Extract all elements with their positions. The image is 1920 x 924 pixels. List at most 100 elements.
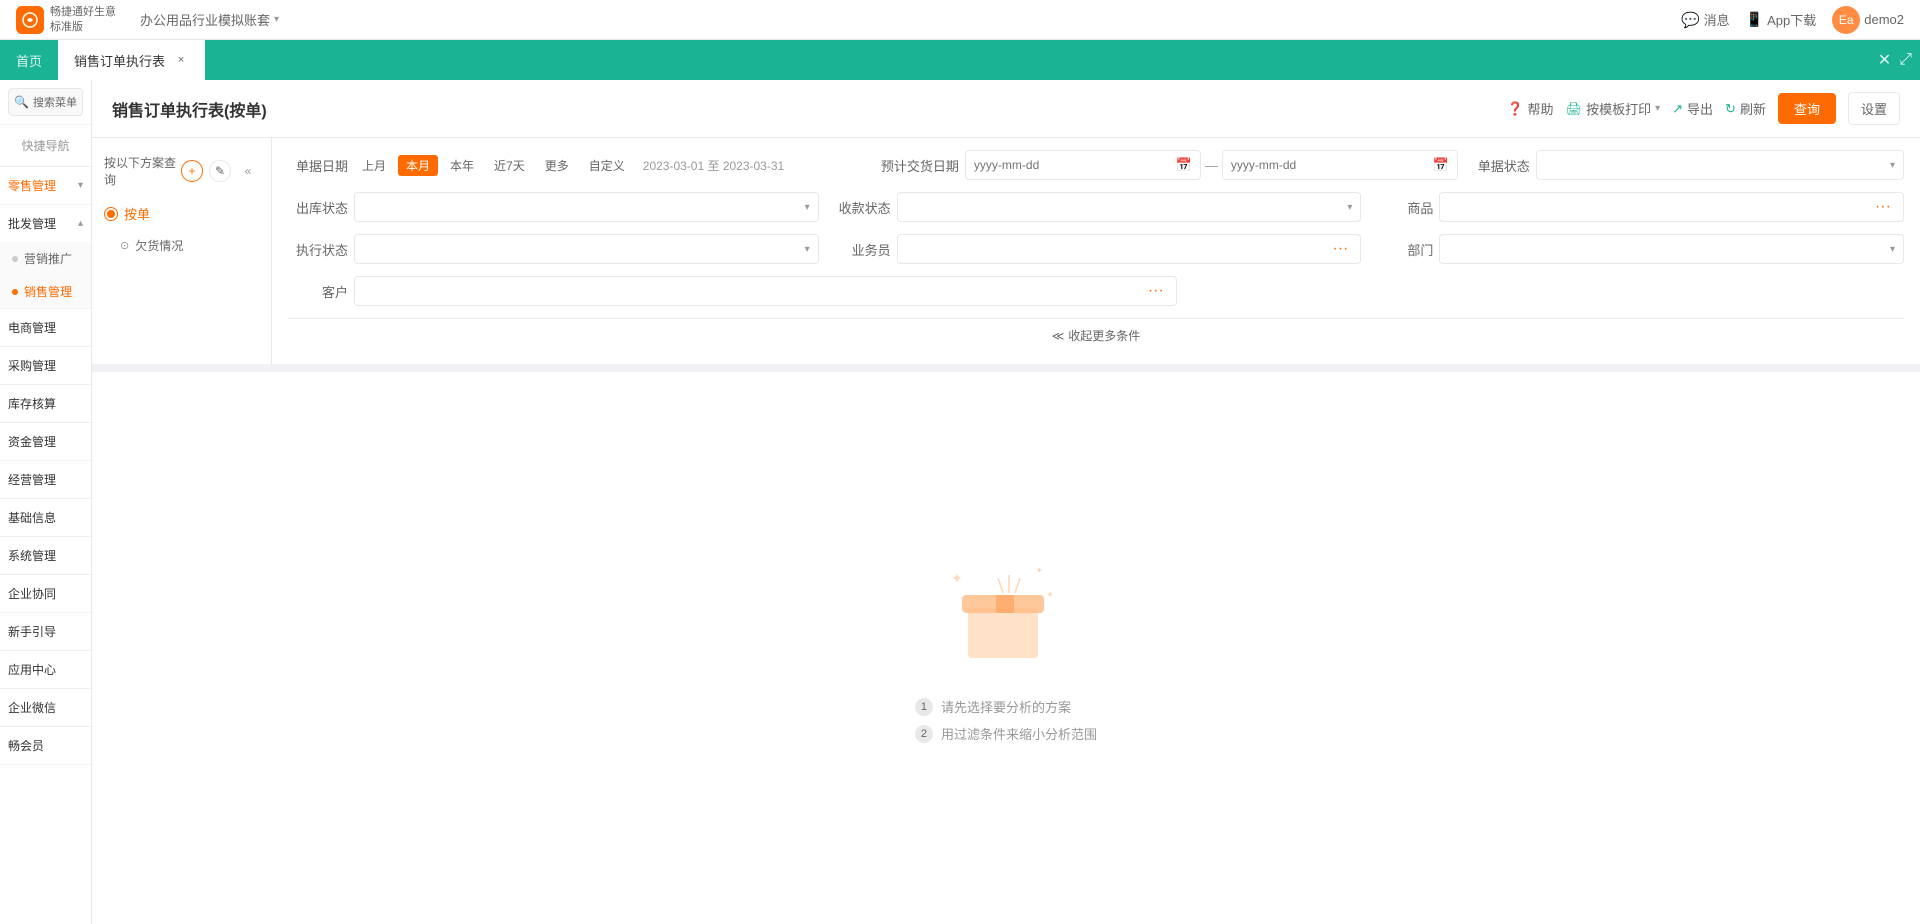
page-header: 销售订单执行表(按单) ❓ 帮助 🖨 按模板打印 ▾ ↗ 导出 ↻ 刷新 [92,80,1920,138]
expected-date-start-input[interactable] [974,158,1176,172]
refresh-button[interactable]: ↻ 刷新 [1725,99,1766,118]
exec-status-select[interactable]: ▾ [354,234,819,264]
svg-text:✦: ✦ [951,570,963,586]
page-title: 销售订单执行表(按单) [112,97,267,121]
tab-sales-order[interactable]: 销售订单执行表 × [58,40,205,80]
top-header: 畅捷通好生意 标准版 办公用品行业模拟账套 ▾ 💬 消息 📱 App下载 Ea … [0,0,1920,40]
sidebar: 🔍 搜索菜单 快捷导航 零售管理 ▾ 批发管理 ▴ 营销推广 [0,80,92,924]
edit-scheme-button[interactable]: ✎ [209,160,231,182]
goods-select[interactable]: ··· [1439,192,1904,222]
user-profile[interactable]: Ea demo2 [1832,6,1904,34]
tab-close-icon[interactable]: × [173,52,189,68]
sidebar-item-newbie[interactable]: 新手引导 [0,613,91,650]
dept-arrow-icon: ▾ [1890,244,1895,255]
sidebar-sub-item-sales[interactable]: 销售管理 [0,275,91,308]
sidebar-item-member[interactable]: 畅会员 [0,727,91,764]
filter-sidebar-actions: + ✎ « [181,160,259,182]
collapse-sidebar-button[interactable]: « [237,160,259,182]
sidebar-group-wholesale: 批发管理 ▴ 营销推广 销售管理 [0,205,91,309]
expand-window-icon[interactable]: ⤢ [1899,51,1912,69]
more-date-badge[interactable]: 更多 [537,155,577,176]
doc-status-select[interactable]: ▾ [1536,150,1904,180]
expected-date-end-input[interactable] [1231,158,1433,172]
collapse-icon: ≪ [1052,329,1065,343]
filter-row-4: 客户 ··· [288,276,1904,306]
sidebar-shortcut: 快捷导航 [0,125,91,167]
close-window-icon[interactable]: ✕ [1878,50,1891,70]
export-icon: ↗ [1672,101,1683,117]
out-status-field: 出库状态 ▾ [288,192,819,222]
wholesale-arrow-icon: ▴ [78,218,83,229]
out-status-label: 出库状态 [288,198,348,217]
help-button[interactable]: ❓ 帮助 [1507,99,1553,118]
current-month-badge[interactable]: 本月 [398,155,438,176]
sidebar-item-retail[interactable]: 零售管理 ▾ [0,167,91,204]
sidebar-group-finance: 资金管理 [0,423,91,461]
expected-date-end-wrap: 📅 [1222,150,1458,180]
scheme-item-main[interactable]: 按单 [92,196,271,231]
message-icon: 💬 [1681,11,1700,29]
tab-home[interactable]: 首页 [0,40,58,80]
header-left: 畅捷通好生意 标准版 办公用品行业模拟账套 ▾ [16,5,279,34]
message-button[interactable]: 💬 消息 [1681,10,1730,29]
collection-status-select[interactable]: ▾ [897,192,1362,222]
customer-select[interactable]: ··· [354,276,1177,306]
breadcrumb[interactable]: 办公用品行业模拟账套 ▾ [140,10,279,29]
sub-item-stockout[interactable]: ⊙ 欠货情况 [92,231,271,260]
sidebar-item-basics[interactable]: 基础信息 [0,499,91,536]
logo-icon [16,6,44,34]
expected-date-label: 预计交货日期 [879,156,959,175]
settings-button[interactable]: 设置 [1848,92,1900,125]
header-right: 💬 消息 📱 App下载 Ea demo2 [1681,6,1904,34]
salesperson-dots-icon[interactable]: ··· [1328,240,1352,258]
sidebar-item-purchase[interactable]: 采购管理 [0,347,91,384]
svg-text:✦: ✦ [1036,566,1043,575]
export-button[interactable]: ↗ 导出 [1672,99,1713,118]
last-month-badge[interactable]: 上月 [354,155,394,176]
calendar-end-icon: 📅 [1433,157,1449,173]
filter-sidebar: 按以下方案查询 + ✎ « 按单 ⊙ 欠货情况 [92,138,272,364]
sidebar-item-appcenter[interactable]: 应用中心 [0,651,91,688]
breadcrumb-arrow-icon: ▾ [274,14,279,25]
customer-dots-icon[interactable]: ··· [1144,282,1168,300]
dept-select[interactable]: ▾ [1439,234,1904,264]
goods-dots-icon[interactable]: ··· [1871,198,1895,216]
refresh-icon: ↻ [1725,101,1736,117]
empty-hint-1: 1 请先选择要分析的方案 [915,697,1071,716]
salesperson-select[interactable]: ··· [897,234,1362,264]
add-scheme-button[interactable]: + [181,160,203,182]
doc-status-field: 单据状态 ▾ [1470,150,1904,180]
search-menu-button[interactable]: 🔍 搜索菜单 [8,88,83,116]
logo-text: 畅捷通好生意 标准版 [50,5,116,34]
content-area: 销售订单执行表(按单) ❓ 帮助 🖨 按模板打印 ▾ ↗ 导出 ↻ 刷新 [92,80,1920,924]
empty-hints: 1 请先选择要分析的方案 2 用过滤条件来缩小分析范围 [915,697,1097,743]
help-icon: ❓ [1507,101,1523,117]
sidebar-item-ecommerce[interactable]: 电商管理 [0,309,91,346]
sidebar-sub-menu-wholesale: 营销推广 销售管理 [0,242,91,308]
sidebar-group-ecommerce: 电商管理 [0,309,91,347]
customer-field: 客户 ··· [288,276,1177,306]
sidebar-item-enterprise[interactable]: 企业协同 [0,575,91,612]
out-status-arrow-icon: ▾ [805,202,810,213]
date-badges: 上月 本月 本年 近7天 更多 自定义 [354,155,633,176]
current-year-badge[interactable]: 本年 [442,155,482,176]
sidebar-item-operations[interactable]: 经营管理 [0,461,91,498]
goods-label: 商品 [1373,198,1433,217]
sidebar-item-wholesale[interactable]: 批发管理 ▴ [0,205,91,242]
out-status-select[interactable]: ▾ [354,192,819,222]
page-actions: ❓ 帮助 🖨 按模板打印 ▾ ↗ 导出 ↻ 刷新 查询 [1507,92,1900,125]
empty-svg: ✦ ✦ ✦ [946,553,1066,673]
sidebar-item-inventory[interactable]: 库存核算 [0,385,91,422]
sidebar-item-corpwechat[interactable]: 企业微信 [0,689,91,726]
main-layout: 🔍 搜索菜单 快捷导航 零售管理 ▾ 批发管理 ▴ 营销推广 [0,80,1920,924]
sidebar-item-finance[interactable]: 资金管理 [0,423,91,460]
sidebar-sub-item-marketing[interactable]: 营销推广 [0,242,91,275]
print-button[interactable]: 🖨 按模板打印 ▾ [1566,99,1661,118]
empty-hint-2: 2 用过滤条件来缩小分析范围 [915,724,1097,743]
query-button[interactable]: 查询 [1778,93,1836,124]
custom-date-badge[interactable]: 自定义 [581,155,633,176]
app-download-button[interactable]: 📱 App下载 [1746,10,1817,29]
collapse-conditions-button[interactable]: ≪ 收起更多条件 [288,318,1904,352]
last7days-badge[interactable]: 近7天 [486,155,533,176]
sidebar-item-system[interactable]: 系统管理 [0,537,91,574]
